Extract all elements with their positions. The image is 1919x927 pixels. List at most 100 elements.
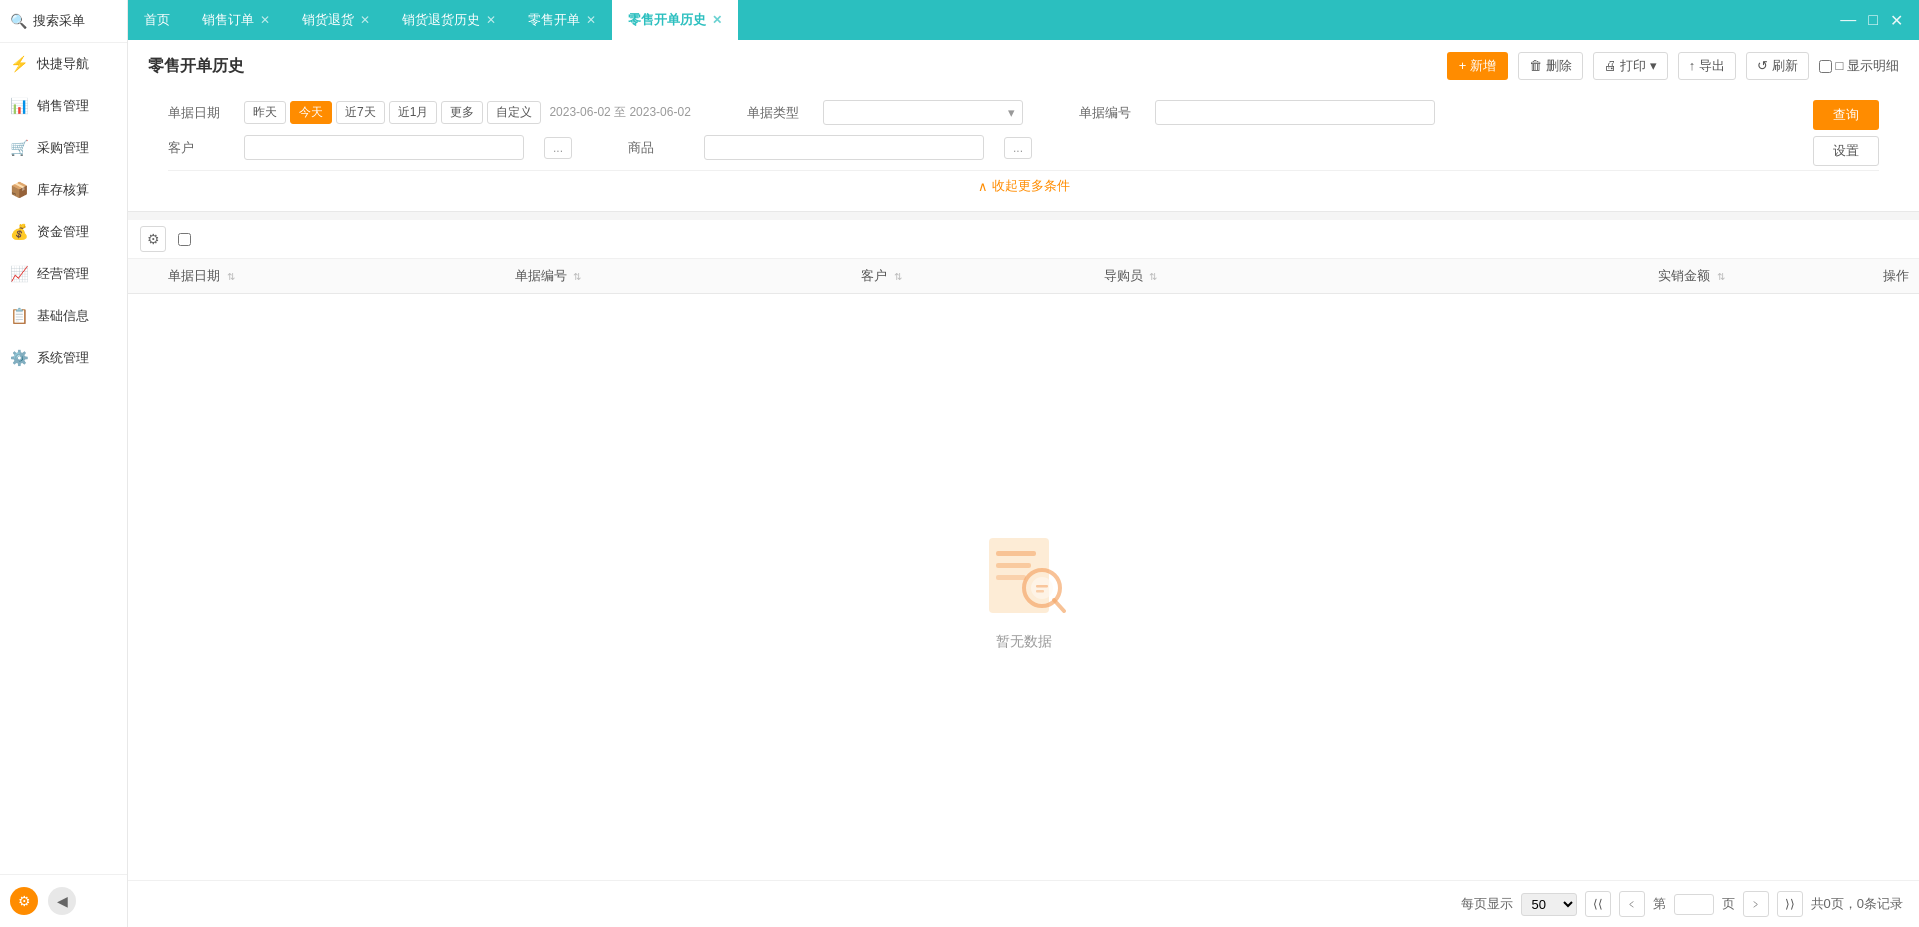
delete-button[interactable]: 🗑 删除 [1518, 52, 1583, 80]
display-detail-input[interactable] [1819, 60, 1832, 73]
tab-home[interactable]: 首页 [128, 0, 186, 40]
page-label: 页 [1722, 895, 1735, 913]
display-detail-checkbox[interactable]: □ 显示明细 [1819, 57, 1899, 75]
customer-input[interactable] [244, 135, 524, 160]
close-retail-open-icon[interactable]: ✕ [586, 13, 596, 27]
th-customer[interactable]: 客户 ⇅ [851, 259, 1094, 294]
sidebar-item-quick-nav[interactable]: ⚡ 快捷导航 [0, 43, 127, 85]
next-page-button[interactable]: ﹥ [1743, 891, 1769, 917]
filter-settings-button[interactable]: 设置 [1813, 136, 1879, 166]
goods-input[interactable] [704, 135, 984, 160]
close-sales-return-icon[interactable]: ✕ [360, 13, 370, 27]
per-page-label: 每页显示 [1461, 895, 1513, 913]
th-no[interactable]: 单据编号 ⇅ [505, 259, 852, 294]
table-settings-button[interactable]: ⚙ [140, 226, 166, 252]
date-filter-label: 单据日期 [168, 104, 228, 122]
empty-state-illustration [964, 523, 1084, 633]
date-btn-more[interactable]: 更多 [441, 101, 483, 124]
customer-dots-button[interactable]: ... [544, 137, 572, 159]
quick-nav-icon: ⚡ [10, 55, 29, 73]
collapse-sidebar-button[interactable]: ◀ [48, 887, 76, 915]
page-header: 零售开单历史 + 新增 🗑 删除 🖨 打印 ▾ ↑ 导出 ↺ 刷新 □ 显示明细 [128, 40, 1919, 212]
bill-type-select[interactable] [823, 100, 1023, 125]
query-button[interactable]: 查询 [1813, 100, 1879, 130]
export-button[interactable]: ↑ 导出 [1678, 52, 1736, 80]
sidebar-item-sales-mgmt[interactable]: 📊 销售管理 [0, 85, 127, 127]
select-all-checkbox[interactable] [178, 233, 191, 246]
last-page-button[interactable]: ⟩⟩ [1777, 891, 1803, 917]
svg-rect-7 [1036, 585, 1048, 588]
refresh-button[interactable]: ↺ 刷新 [1746, 52, 1809, 80]
close-retail-history-icon[interactable]: ✕ [712, 13, 722, 27]
filter-row-2: 客户 ... 商品 ... [168, 135, 1793, 160]
sidebar-item-finance-mgmt[interactable]: 💰 资金管理 [0, 211, 127, 253]
sidebar-item-ops-mgmt[interactable]: 📈 经营管理 [0, 253, 127, 295]
sidebar-search-label: 搜索采单 [33, 12, 85, 30]
sidebar-item-label: 采购管理 [37, 139, 89, 157]
svg-rect-1 [996, 551, 1036, 556]
per-page-select[interactable]: 50 10 20 100 [1521, 893, 1577, 916]
goods-dots-button[interactable]: ... [1004, 137, 1032, 159]
table-area: ⚙ 单据日期 ⇅ 单据编号 ⇅ [128, 220, 1919, 927]
print-button[interactable]: 🖨 打印 ▾ [1593, 52, 1668, 80]
sidebar-item-label: 库存核算 [37, 181, 89, 199]
sidebar-item-sys-mgmt[interactable]: ⚙️ 系统管理 [0, 337, 127, 379]
th-checkbox [128, 259, 158, 294]
minimize-button[interactable]: — [1840, 11, 1856, 29]
goods-label: 商品 [628, 139, 688, 157]
filter-row-1: 单据日期 昨天 今天 近7天 近1月 更多 自定义 2023-06-02 至 2… [168, 100, 1793, 125]
date-btn-custom[interactable]: 自定义 [487, 101, 541, 124]
sidebar-item-purchase-mgmt[interactable]: 🛒 采购管理 [0, 127, 127, 169]
tab-sales-return-history-label: 销货退货历史 [402, 11, 480, 29]
date-range-display: 2023-06-02 至 2023-06-02 [549, 104, 690, 121]
date-btn-yesterday[interactable]: 昨天 [244, 101, 286, 124]
add-button[interactable]: + 新增 [1447, 52, 1508, 80]
date-btn-last7[interactable]: 近7天 [336, 101, 385, 124]
close-sales-return-history-icon[interactable]: ✕ [486, 13, 496, 27]
prev-page-button[interactable]: ﹤ [1619, 891, 1645, 917]
date-btn-today[interactable]: 今天 [290, 101, 332, 124]
th-guide[interactable]: 导购员 ⇅ [1094, 259, 1389, 294]
basic-info-icon: 📋 [10, 307, 29, 325]
table-header-row: 单据日期 ⇅ 单据编号 ⇅ 客户 ⇅ 导购员 ⇅ [128, 259, 1919, 294]
svg-rect-2 [996, 563, 1031, 568]
close-window-button[interactable]: ✕ [1890, 11, 1903, 30]
customer-label: 客户 [168, 139, 228, 157]
top-navigation: 首页 销售订单 ✕ 销货退货 ✕ 销货退货历史 ✕ 零售开单 ✕ 零售开单历史 … [128, 0, 1919, 40]
sidebar-search[interactable]: 🔍 搜索采单 [0, 0, 127, 43]
close-sales-order-icon[interactable]: ✕ [260, 13, 270, 27]
th-date[interactable]: 单据日期 ⇅ [158, 259, 505, 294]
data-table: 单据日期 ⇅ 单据编号 ⇅ 客户 ⇅ 导购员 ⇅ [128, 259, 1919, 294]
tab-retail-history[interactable]: 零售开单历史 ✕ [612, 0, 738, 40]
sys-mgmt-icon: ⚙️ [10, 349, 29, 367]
sidebar-item-stock-calc[interactable]: 📦 库存核算 [0, 169, 127, 211]
filter-area: 单据日期 昨天 今天 近7天 近1月 更多 自定义 2023-06-02 至 2… [148, 90, 1899, 211]
tab-sales-return-history[interactable]: 销货退货历史 ✕ [386, 0, 512, 40]
date-btn-last1m[interactable]: 近1月 [389, 101, 438, 124]
tab-sales-return-label: 销货退货 [302, 11, 354, 29]
th-amount[interactable]: 实销金额 ⇅ [1388, 259, 1735, 294]
first-page-button[interactable]: ⟨⟨ [1585, 891, 1611, 917]
date-buttons-group: 昨天 今天 近7天 近1月 更多 自定义 2023-06-02 至 2023-0… [244, 101, 691, 124]
tab-sales-return[interactable]: 销货退货 ✕ [286, 0, 386, 40]
page-input[interactable]: 1 [1674, 894, 1714, 915]
display-detail-label: □ 显示明细 [1836, 57, 1899, 75]
bill-no-input[interactable] [1155, 100, 1435, 125]
sidebar-item-basic-info[interactable]: 📋 基础信息 [0, 295, 127, 337]
page-title: 零售开单历史 [148, 56, 244, 77]
collapse-filter-bar[interactable]: ∧ 收起更多条件 [168, 170, 1879, 201]
tab-retail-open[interactable]: 零售开单 ✕ [512, 0, 612, 40]
tab-sales-order[interactable]: 销售订单 ✕ [186, 0, 286, 40]
svg-line-6 [1054, 600, 1064, 611]
tab-sales-order-label: 销售订单 [202, 11, 254, 29]
maximize-button[interactable]: □ [1868, 11, 1878, 29]
svg-rect-3 [996, 575, 1026, 580]
sidebar-item-label: 系统管理 [37, 349, 89, 367]
tab-retail-open-label: 零售开单 [528, 11, 580, 29]
sidebar-item-label: 快捷导航 [37, 55, 89, 73]
th-action: 操作 [1735, 259, 1919, 294]
settings-gear-button[interactable]: ⚙ [10, 887, 38, 915]
window-controls: — □ ✕ [1840, 11, 1919, 30]
main-area: 首页 销售订单 ✕ 销货退货 ✕ 销货退货历史 ✕ 零售开单 ✕ 零售开单历史 … [128, 0, 1919, 927]
sidebar-item-label: 销售管理 [37, 97, 89, 115]
